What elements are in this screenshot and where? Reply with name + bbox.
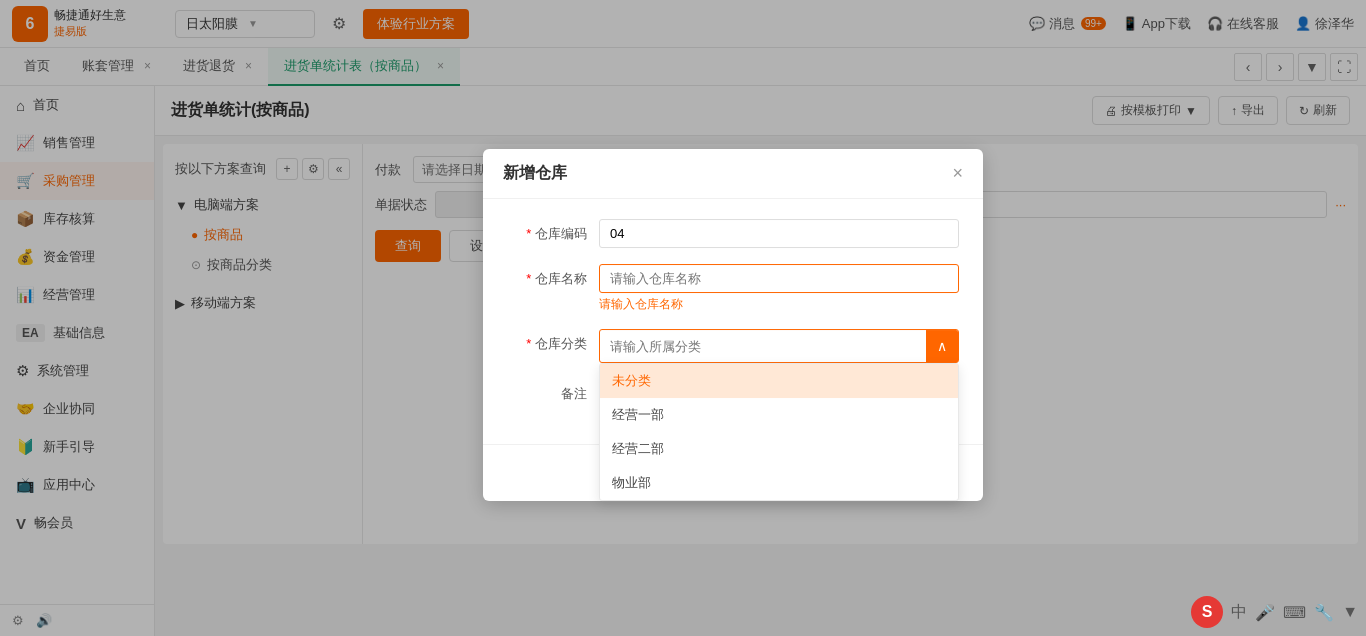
system-tray-icon[interactable]: 🔧 bbox=[1314, 603, 1334, 622]
category-dropdown-arrow[interactable]: ∧ bbox=[926, 330, 958, 362]
category-dropdown-list: 未分类 经营一部 经营二部 物业部 bbox=[599, 363, 959, 501]
modal-body: 仓库编码 仓库名称 请输入仓库名称 仓库分类 ∧ 未分类 bbox=[483, 199, 983, 444]
category-input[interactable] bbox=[600, 333, 926, 360]
field-row-category: 仓库分类 ∧ 未分类 经营一部 经营二部 物业部 bbox=[507, 329, 959, 363]
name-label: 仓库名称 bbox=[507, 264, 587, 288]
modal-dialog: 新增仓库 × 仓库编码 仓库名称 请输入仓库名称 仓库分类 ∧ bbox=[483, 149, 983, 501]
task-bar-icon[interactable]: ▼ bbox=[1342, 603, 1358, 621]
category-label: 仓库分类 bbox=[507, 329, 587, 353]
name-error-msg: 请输入仓库名称 bbox=[599, 296, 959, 313]
name-input[interactable] bbox=[599, 264, 959, 293]
category-dropdown-row: ∧ bbox=[599, 329, 959, 363]
field-row-name: 仓库名称 请输入仓库名称 bbox=[507, 264, 959, 313]
modal-close-button[interactable]: × bbox=[952, 163, 963, 184]
mic-icon[interactable]: 🎤 bbox=[1255, 603, 1275, 622]
modal-header: 新增仓库 × bbox=[483, 149, 983, 199]
modal-title: 新增仓库 bbox=[503, 163, 567, 184]
bottom-right-area: S 中 🎤 ⌨ 🔧 ▼ bbox=[1191, 596, 1358, 628]
bottom-right-icons: S 中 🎤 ⌨ 🔧 ▼ bbox=[1191, 596, 1358, 628]
dropdown-item-property[interactable]: 物业部 bbox=[600, 466, 958, 500]
field-row-code: 仓库编码 bbox=[507, 219, 959, 248]
code-label: 仓库编码 bbox=[507, 219, 587, 243]
keyboard-icon[interactable]: ⌨ bbox=[1283, 603, 1306, 622]
s-logo-icon: S bbox=[1191, 596, 1223, 628]
code-input[interactable] bbox=[599, 219, 959, 248]
note-label: 备注 bbox=[507, 379, 587, 403]
dropdown-item-ops2[interactable]: 经营二部 bbox=[600, 432, 958, 466]
dropdown-item-unclassified[interactable]: 未分类 bbox=[600, 364, 958, 398]
dropdown-item-ops1[interactable]: 经营一部 bbox=[600, 398, 958, 432]
chinese-input-icon[interactable]: 中 bbox=[1231, 602, 1247, 623]
name-input-wrap: 请输入仓库名称 bbox=[599, 264, 959, 313]
category-input-wrap: ∧ 未分类 经营一部 经营二部 物业部 bbox=[599, 329, 959, 363]
code-input-wrap bbox=[599, 219, 959, 248]
